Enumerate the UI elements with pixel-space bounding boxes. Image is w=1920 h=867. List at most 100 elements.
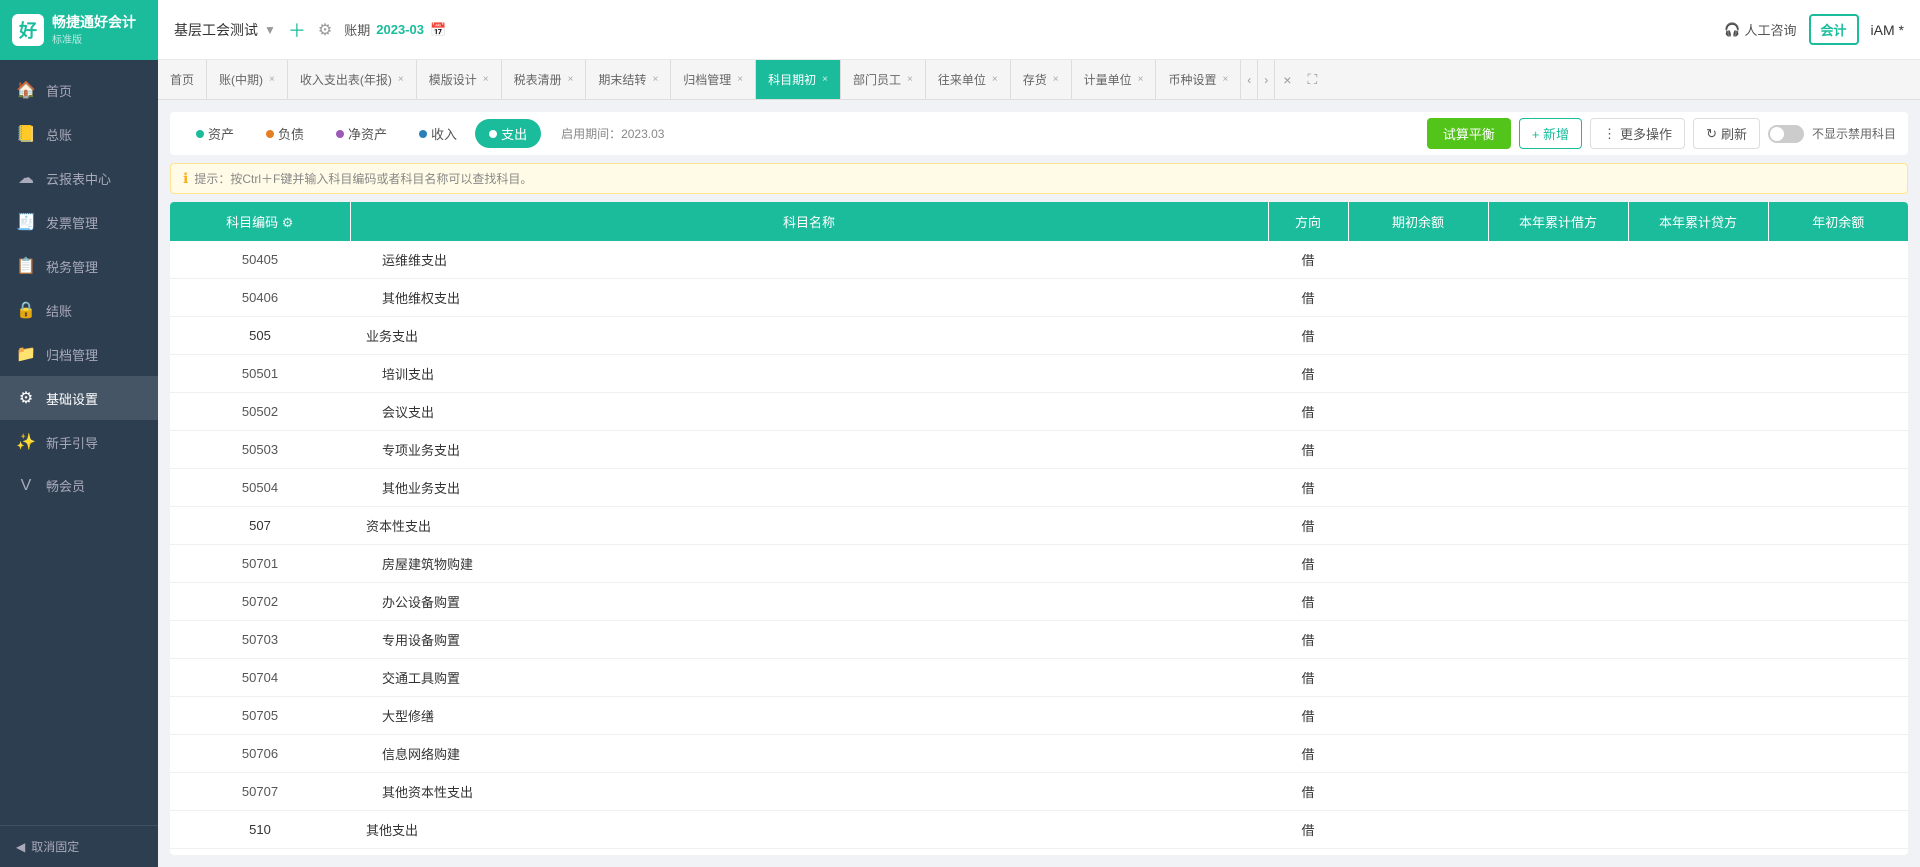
- subtab-label-income: 收入: [431, 124, 457, 143]
- tab-归档管理[interactable]: 归档管理×: [671, 60, 756, 99]
- settings-icon[interactable]: ⚙: [318, 20, 332, 40]
- tab-期末结转[interactable]: 期末结转×: [586, 60, 671, 99]
- table-row[interactable]: 505 业务支出 借: [170, 317, 1908, 355]
- sidebar-item-基础设置[interactable]: ⚙基础设置: [0, 376, 158, 420]
- cell-cre: [1628, 659, 1768, 697]
- table-row[interactable]: 50501 培训支出 借: [170, 355, 1908, 393]
- subtab-liability[interactable]: 负债: [252, 119, 318, 148]
- table-row[interactable]: 50504 其他业务支出 借: [170, 469, 1908, 507]
- calc-balance-btn[interactable]: 试算平衡: [1427, 118, 1511, 149]
- maximize-btn[interactable]: ⛶: [1299, 60, 1325, 99]
- close-all-tabs-btn[interactable]: ×: [1275, 60, 1299, 99]
- tab-税表清册[interactable]: 税表清册×: [502, 60, 587, 99]
- tab-首页[interactable]: 首页: [158, 60, 207, 99]
- tab-close-icon[interactable]: ×: [1053, 74, 1059, 85]
- sidebar-item-icon: ⚙: [16, 388, 36, 408]
- table-row[interactable]: 507 资本性支出 借: [170, 507, 1908, 545]
- consult-btn[interactable]: 🎧 人工咨询: [1724, 20, 1796, 39]
- cell-deb: [1488, 811, 1628, 849]
- maximize-icon: ⛶: [1307, 71, 1317, 88]
- cell-bal: [1348, 431, 1488, 469]
- sidebar-item-首页[interactable]: 🏠首页: [0, 68, 158, 112]
- add-tab-btn[interactable]: ＋: [288, 17, 306, 43]
- table-row[interactable]: 50502 会议支出 借: [170, 393, 1908, 431]
- tab-close-icon[interactable]: ×: [822, 74, 828, 85]
- cell-dir: 借: [1268, 279, 1348, 317]
- table-row[interactable]: 50704 交通工具购置 借: [170, 659, 1908, 697]
- subjects-table: 科目编码 ⚙ 科目名称 方向 期初余额 本年累计借方 本年累计贷方 年初余额 5…: [170, 202, 1908, 849]
- tab-nav-right[interactable]: ›: [1258, 60, 1275, 99]
- project-selector[interactable]: 基层工会测试 ▼: [174, 20, 276, 40]
- sidebar-item-结账[interactable]: 🔒结账: [0, 288, 158, 332]
- calendar-icon[interactable]: 📅: [430, 22, 446, 38]
- gear-icon[interactable]: ⚙: [282, 215, 294, 230]
- tab-部门员工[interactable]: 部门员工×: [841, 60, 926, 99]
- sidebar-item-税务管理[interactable]: 📋税务管理: [0, 244, 158, 288]
- tab-模版设计[interactable]: 模版设计×: [417, 60, 502, 99]
- tab-账(中期)[interactable]: 账(中期)×: [207, 60, 288, 99]
- sidebar-item-归档管理[interactable]: 📁归档管理: [0, 332, 158, 376]
- cell-dir: 借: [1268, 355, 1348, 393]
- table-row[interactable]: 50703 专用设备购置 借: [170, 621, 1908, 659]
- tab-nav-left[interactable]: ‹: [1241, 60, 1258, 99]
- table-row[interactable]: 50701 房屋建筑物购建 借: [170, 545, 1908, 583]
- table-row[interactable]: 50705 大型修缮 借: [170, 697, 1908, 735]
- table-row[interactable]: 50707 其他资本性支出 借: [170, 773, 1908, 811]
- cell-bal: [1348, 583, 1488, 621]
- tab-close-icon[interactable]: ×: [1222, 74, 1228, 85]
- cell-year: [1768, 393, 1908, 431]
- subtab-income[interactable]: 收入: [405, 119, 471, 148]
- cell-bal: [1348, 735, 1488, 773]
- tab-币种设置[interactable]: 币种设置×: [1156, 60, 1241, 99]
- table-row[interactable]: 50503 专项业务支出 借: [170, 431, 1908, 469]
- tab-收入支出表(年报)[interactable]: 收入支出表(年报) ×: [288, 60, 417, 99]
- tab-close-icon[interactable]: ×: [652, 74, 658, 85]
- table-row[interactable]: 50405 运维维支出 借: [170, 241, 1908, 279]
- cell-code: 505: [170, 317, 350, 355]
- tab-科目期初[interactable]: 科目期初×: [756, 60, 841, 99]
- tab-close-icon[interactable]: ×: [1138, 74, 1144, 85]
- table-scroll[interactable]: 科目编码 ⚙ 科目名称 方向 期初余额 本年累计借方 本年累计贷方 年初余额 5…: [170, 202, 1908, 855]
- tab-close-icon[interactable]: ×: [568, 74, 574, 85]
- tab-label: 存货: [1023, 71, 1047, 88]
- subtab-expense[interactable]: 支出: [475, 119, 541, 148]
- cell-cre: [1628, 545, 1768, 583]
- table-row[interactable]: 50406 其他维权支出 借: [170, 279, 1908, 317]
- tab-label: 收入支出表(年报): [300, 71, 392, 88]
- sidebar-item-新手引导[interactable]: ✨新手引导: [0, 420, 158, 464]
- tab-存货[interactable]: 存货 ×: [1011, 60, 1072, 99]
- tab-往来单位[interactable]: 往来单位×: [926, 60, 1011, 99]
- subtab-asset[interactable]: 资产: [182, 119, 248, 148]
- cell-name: 信息网络购建: [350, 735, 1268, 773]
- cell-deb: [1488, 697, 1628, 735]
- table-row[interactable]: 510 其他支出 借: [170, 811, 1908, 849]
- sidebar-item-云报表中心[interactable]: ☁云报表中心: [0, 156, 158, 200]
- tab-close-icon[interactable]: ×: [907, 74, 913, 85]
- cell-code: 510: [170, 811, 350, 849]
- account-btn[interactable]: 会计: [1809, 14, 1859, 45]
- cell-cre: [1628, 241, 1768, 279]
- tab-close-icon[interactable]: ×: [737, 74, 743, 85]
- cell-bal: [1348, 811, 1488, 849]
- sidebar-item-icon: V: [16, 477, 36, 495]
- cell-code: 50406: [170, 279, 350, 317]
- tab-计量单位[interactable]: 计量单位×: [1072, 60, 1157, 99]
- table-row[interactable]: 50702 办公设备购置 借: [170, 583, 1908, 621]
- refresh-btn[interactable]: ↻ 刷新: [1693, 118, 1760, 149]
- tab-close-icon[interactable]: ×: [269, 74, 275, 85]
- cell-deb: [1488, 241, 1628, 279]
- disable-toggle[interactable]: [1768, 125, 1804, 143]
- tab-close-icon[interactable]: ×: [483, 74, 489, 85]
- tab-close-icon[interactable]: ×: [992, 74, 998, 85]
- more-btn[interactable]: ⋮ 更多操作: [1590, 118, 1685, 149]
- subtab-label-equity: 净资产: [348, 124, 387, 143]
- sidebar-collapse-btn[interactable]: ◀ 取消固定: [0, 825, 158, 867]
- new-btn[interactable]: + 新增: [1519, 118, 1582, 149]
- table-row[interactable]: 50706 信息网络购建 借: [170, 735, 1908, 773]
- tab-close-icon[interactable]: ×: [398, 74, 404, 85]
- subtab-equity[interactable]: 净资产: [322, 119, 401, 148]
- sidebar-item-畅会员[interactable]: V畅会员: [0, 464, 158, 507]
- sidebar-item-总账[interactable]: 📒总账: [0, 112, 158, 156]
- sidebar-item-label: 总账: [46, 125, 72, 144]
- sidebar-item-发票管理[interactable]: 🧾发票管理: [0, 200, 158, 244]
